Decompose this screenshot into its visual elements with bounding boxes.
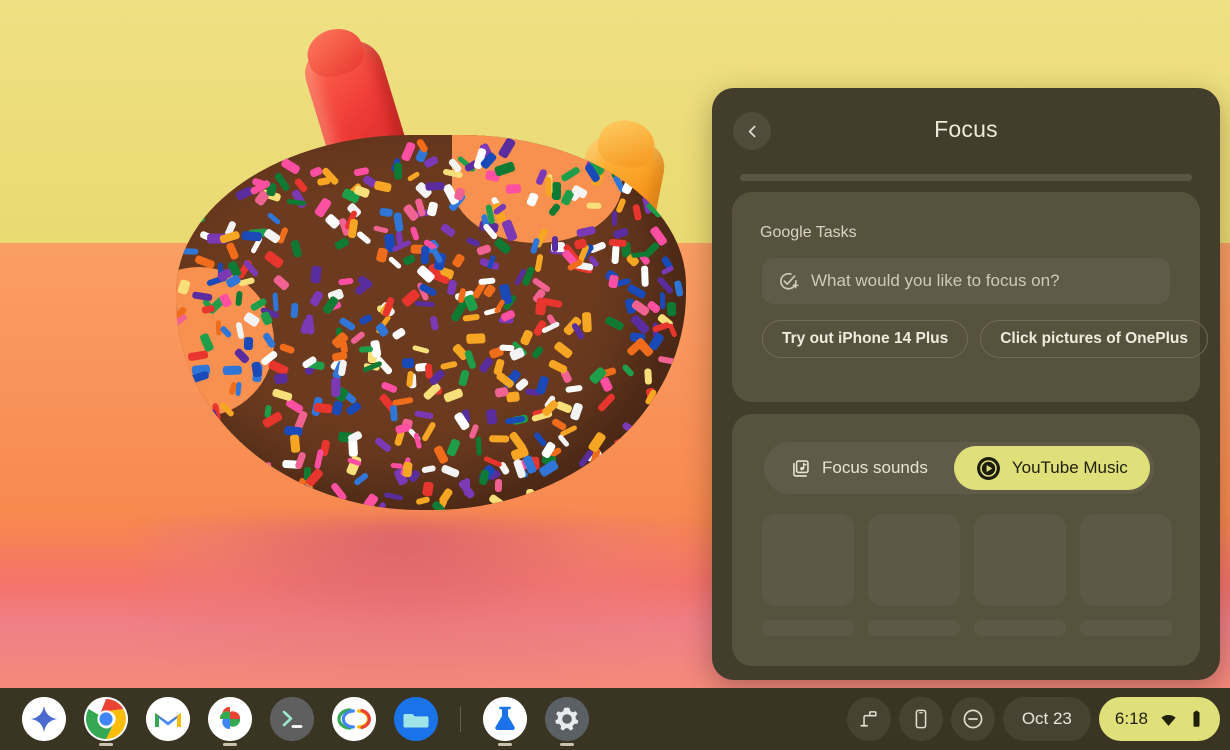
focus-mode-panel: Focus Google Tasks What would you like t… xyxy=(712,88,1220,680)
shelf-divider xyxy=(460,706,461,732)
shelf-item-terminal[interactable] xyxy=(266,688,318,750)
task-suggestions: Try out iPhone 14 Plus Click pictures of… xyxy=(762,320,1208,358)
gear-icon xyxy=(545,697,589,741)
focus-sounds-card: Focus sounds YouTube Music xyxy=(732,414,1200,666)
phone-hub-button[interactable] xyxy=(899,697,943,741)
skeleton-thumb xyxy=(974,514,1066,606)
shelf-app-list xyxy=(18,688,593,750)
task-suggestion-chip[interactable]: Try out iPhone 14 Plus xyxy=(762,320,968,358)
skeleton-label xyxy=(868,620,960,636)
scroll-indicator[interactable] xyxy=(740,174,1192,181)
google-tasks-card: Google Tasks What would you like to focu… xyxy=(732,192,1200,402)
status-area-button[interactable]: 6:18 xyxy=(1099,697,1220,741)
date-label: Oct 23 xyxy=(1022,709,1072,729)
running-indicator xyxy=(223,743,237,746)
skeleton-label xyxy=(762,620,854,636)
desk-lamp-icon xyxy=(858,708,880,730)
gmail-icon xyxy=(146,697,190,741)
date-button[interactable]: Oct 23 xyxy=(1003,697,1091,741)
clock-label: 6:18 xyxy=(1115,709,1148,729)
do-not-disturb-button[interactable] xyxy=(951,697,995,741)
shelf-item-settings[interactable] xyxy=(541,688,593,750)
gemini-sparkle-icon xyxy=(22,697,66,741)
minus-circle-icon xyxy=(961,707,985,731)
add-task-icon xyxy=(778,271,799,292)
tab-focus-sounds[interactable]: Focus sounds xyxy=(768,446,950,490)
status-tray: Oct 23 6:18 xyxy=(847,688,1220,750)
google-photos-icon xyxy=(208,697,252,741)
chrome-icon xyxy=(84,697,128,741)
task-input-placeholder: What would you like to focus on? xyxy=(811,271,1060,291)
youtube-music-icon xyxy=(976,456,1001,481)
shelf-item-gmail[interactable] xyxy=(142,688,194,750)
terminal-icon xyxy=(270,697,314,741)
skeleton-item xyxy=(762,514,854,636)
wifi-icon xyxy=(1159,710,1178,729)
skeleton-item xyxy=(1080,514,1172,636)
tab-focus-sounds-label: Focus sounds xyxy=(822,458,928,478)
tab-youtube-music-label: YouTube Music xyxy=(1012,458,1128,478)
tasks-card-label: Google Tasks xyxy=(760,224,857,242)
phone-icon xyxy=(910,708,932,730)
library-music-icon xyxy=(790,458,811,479)
running-indicator xyxy=(498,743,512,746)
shelf-item-meet[interactable] xyxy=(328,688,380,750)
running-indicator xyxy=(560,743,574,746)
shelf-item-beaker[interactable] xyxy=(479,688,531,750)
running-indicator xyxy=(99,743,113,746)
skeleton-thumb xyxy=(762,514,854,606)
beaker-icon xyxy=(483,697,527,741)
page-title: Focus xyxy=(712,116,1220,143)
wallpaper-reflection-blob xyxy=(150,520,710,688)
shelf-item-photos[interactable] xyxy=(204,688,256,750)
skeleton-item xyxy=(868,514,960,636)
skeleton-label xyxy=(1080,620,1172,636)
shelf-item-gemini[interactable] xyxy=(18,688,70,750)
skeleton-label xyxy=(974,620,1066,636)
skeleton-thumb xyxy=(1080,514,1172,606)
panel-header: Focus xyxy=(712,88,1220,172)
shelf-item-files[interactable] xyxy=(390,688,442,750)
task-input[interactable]: What would you like to focus on? xyxy=(762,258,1170,304)
shelf: Oct 23 6:18 xyxy=(0,688,1230,750)
skeleton-item xyxy=(974,514,1066,636)
tab-youtube-music[interactable]: YouTube Music xyxy=(954,446,1150,490)
sound-source-tabs: Focus sounds YouTube Music xyxy=(764,442,1154,494)
google-meet-icon xyxy=(332,697,376,741)
sounds-skeleton-grid xyxy=(762,514,1172,636)
shelf-item-chrome[interactable] xyxy=(80,688,132,750)
sprinkle-treat xyxy=(176,135,686,510)
task-suggestion-chip[interactable]: Click pictures of OnePlus xyxy=(980,320,1208,358)
files-folder-icon xyxy=(394,697,438,741)
battery-icon xyxy=(1189,710,1204,729)
skeleton-thumb xyxy=(868,514,960,606)
desk-lamp-button[interactable] xyxy=(847,697,891,741)
